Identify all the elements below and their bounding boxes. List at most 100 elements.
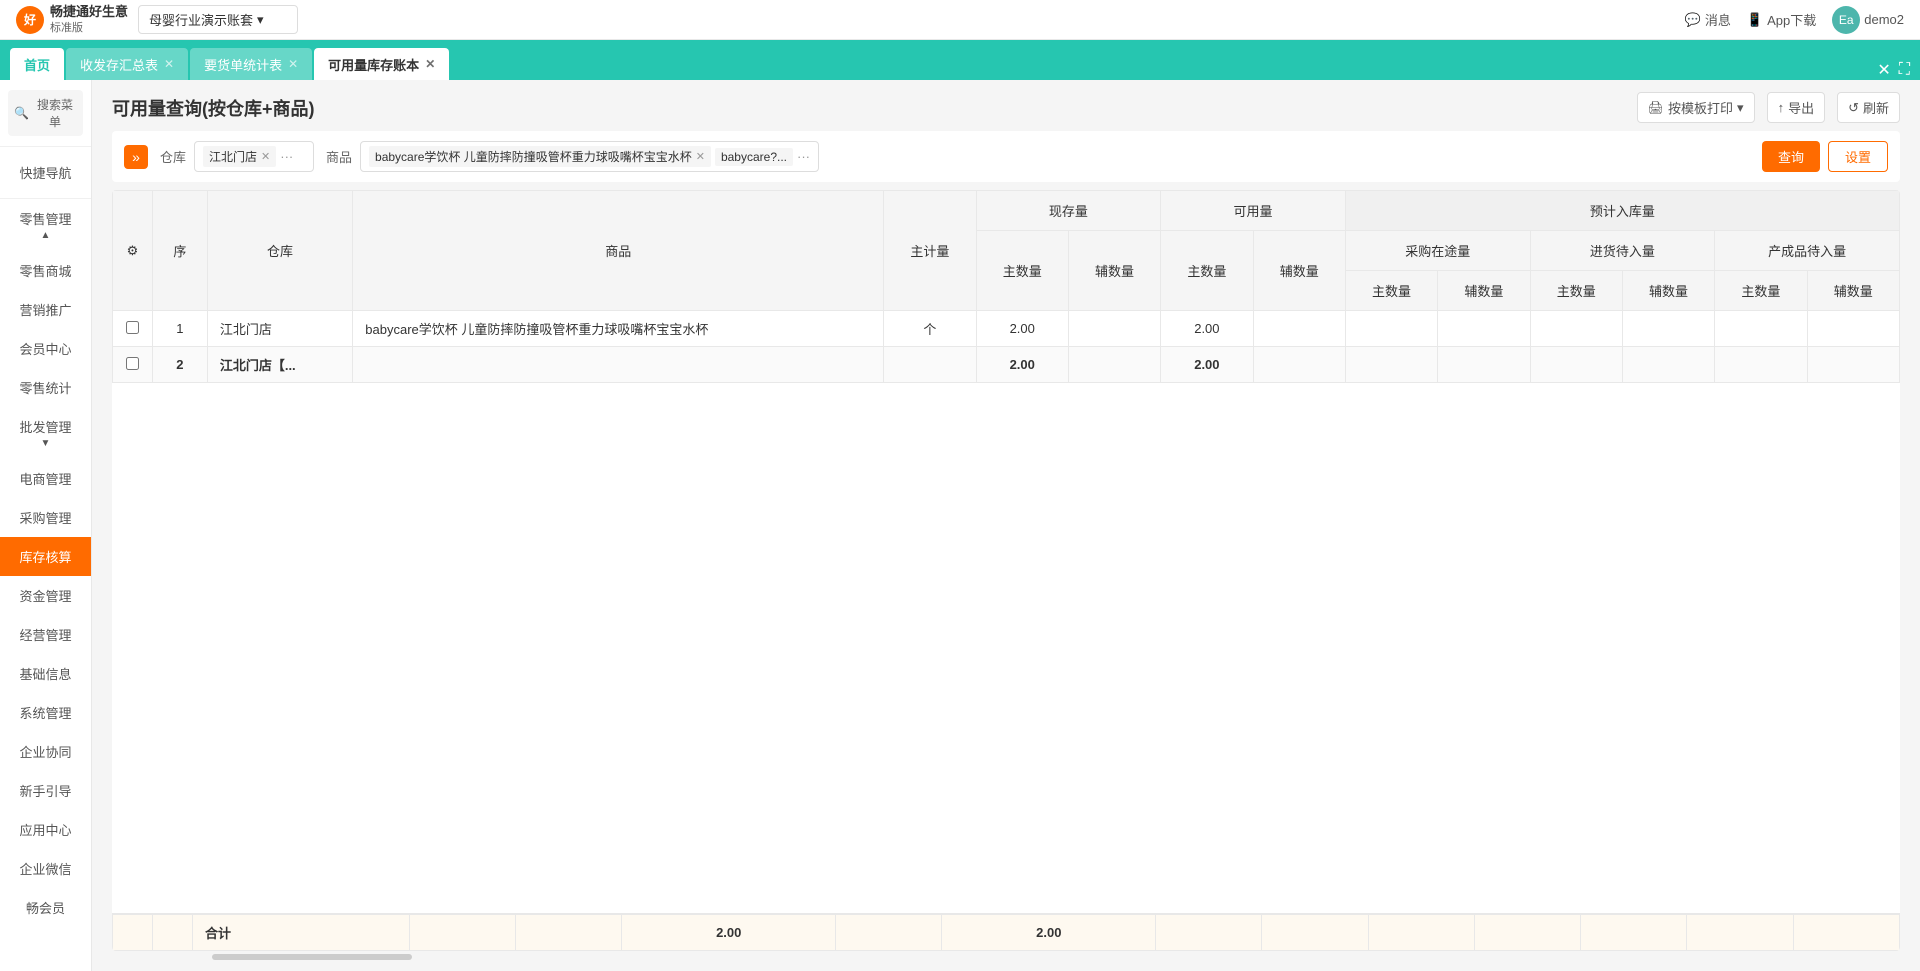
footer-avail-aux bbox=[1156, 914, 1262, 951]
td-warehouse-2: 江北门店【... bbox=[207, 347, 352, 383]
td-warehouse-1: 江北门店 bbox=[207, 311, 352, 347]
row2-checkbox[interactable] bbox=[126, 357, 139, 370]
warehouse-tag-value: 江北门店 bbox=[209, 148, 257, 165]
print-btn[interactable]: 🖨 按模板打印 ▾ bbox=[1637, 92, 1755, 123]
product-filter-tag1: babycare学饮杯 儿童防摔防撞吸管杯重力球吸嘴杯宝宝水杯 ✕ bbox=[369, 146, 711, 167]
footer-td-empty1 bbox=[113, 914, 153, 951]
sidebar-item-apps[interactable]: 应用中心 bbox=[0, 810, 91, 849]
th-stock-group: 现存量 bbox=[976, 191, 1161, 231]
sidebar-item-finance[interactable]: 资金管理 bbox=[0, 576, 91, 615]
download-label: App下载 bbox=[1767, 10, 1816, 29]
sidebar-item-retail-stats[interactable]: 零售统计 bbox=[0, 368, 91, 407]
avatar: Ea bbox=[1832, 6, 1860, 34]
sidebar-item-member[interactable]: 会员中心 bbox=[0, 329, 91, 368]
search-menu-btn[interactable]: 🔍 搜索菜单 bbox=[8, 90, 83, 136]
refresh-btn[interactable]: ↺ 刷新 bbox=[1837, 92, 1900, 123]
top-bar: 好 畅捷通好生意 标准版 母婴行业演示账套 ▾ 💬 消息 📱 App下载 Ea … bbox=[0, 0, 1920, 40]
product-filter-input[interactable]: babycare学饮杯 儿童防摔防撞吸管杯重力球吸嘴杯宝宝水杯 ✕ babyca… bbox=[360, 141, 819, 172]
th-finished-sub: 产成品待入量 bbox=[1715, 231, 1900, 271]
main-table: ⚙ 序 仓库 商品 主计量 现存量 可用量 预计入库量 主数量 辅数量 主数量 … bbox=[112, 190, 1900, 383]
warehouse-more-icon[interactable]: ··· bbox=[280, 149, 293, 164]
dropdown-icon: ▾ bbox=[257, 12, 264, 28]
wholesale-mgmt-label: 批发管理 bbox=[19, 417, 71, 436]
th-forecast-group: 预计入库量 bbox=[1345, 191, 1899, 231]
th-no: 序 bbox=[153, 191, 208, 311]
close-all-icon[interactable]: ✕ bbox=[1877, 60, 1890, 80]
sidebar-item-retail-mall[interactable]: 零售商城 bbox=[0, 251, 91, 290]
sidebar-item-inventory[interactable]: 库存核算 bbox=[0, 537, 91, 576]
weixin-label: 企业微信 bbox=[19, 859, 71, 878]
company-selector[interactable]: 母婴行业演示账套 ▾ bbox=[138, 5, 298, 34]
td-p-main-2 bbox=[1345, 347, 1437, 383]
td-checkbox-2[interactable] bbox=[113, 347, 153, 383]
row1-checkbox[interactable] bbox=[126, 321, 139, 334]
footer-row: 合计 2.00 2.00 bbox=[113, 914, 1900, 951]
footer-f-main bbox=[1687, 914, 1793, 951]
td-product-1: babycare学饮杯 儿童防摔防撞吸管杯重力球吸嘴杯宝宝水杯 bbox=[353, 311, 884, 347]
warehouse-filter-input[interactable]: 江北门店 ✕ ··· bbox=[194, 141, 314, 172]
sidebar-item-quick-nav[interactable]: 快捷导航 bbox=[0, 155, 91, 190]
expand-icon[interactable]: ⛶ bbox=[1899, 61, 1910, 79]
sidebar-item-newbie[interactable]: 新手引导 bbox=[0, 771, 91, 810]
logo-text-group: 畅捷通好生意 标准版 bbox=[50, 4, 128, 36]
username: demo2 bbox=[1864, 12, 1904, 27]
export-btn[interactable]: ↑ 导出 bbox=[1767, 92, 1826, 123]
sidebar-item-system[interactable]: 系统管理 bbox=[0, 693, 91, 732]
retail-mgmt-arrow: ▲ bbox=[41, 230, 51, 241]
product-filter-group: 商品 babycare学饮杯 儿童防摔防撞吸管杯重力球吸嘴杯宝宝水杯 ✕ bab… bbox=[326, 141, 819, 172]
th-finished-main: 主数量 bbox=[1715, 271, 1807, 311]
main-layout: 🔍 搜索菜单 快捷导航 零售管理 ▲ 零售商城 营销推广 会员中心 零售统计 批… bbox=[0, 80, 1920, 971]
print-icon: 🖨 bbox=[1648, 100, 1665, 116]
sidebar-item-enterprise[interactable]: 企业协同 bbox=[0, 732, 91, 771]
download-btn[interactable]: 📱 App下载 bbox=[1747, 10, 1816, 29]
th-purchase-main: 主数量 bbox=[1345, 271, 1437, 311]
warehouse-tag-remove[interactable]: ✕ bbox=[261, 150, 270, 163]
product-filter-label: 商品 bbox=[326, 147, 352, 166]
filter-actions: 查询 设置 bbox=[1762, 141, 1888, 172]
sidebar-search: 🔍 搜索菜单 bbox=[0, 80, 91, 147]
warehouse-filter-label: 仓库 bbox=[160, 147, 186, 166]
tab-home[interactable]: 首页 bbox=[10, 48, 64, 80]
page-header: 可用量查询(按仓库+商品) 🖨 按模板打印 ▾ ↑ 导出 ↺ 刷新 bbox=[92, 80, 1920, 131]
td-i-aux-2 bbox=[1622, 347, 1714, 383]
th-available-group: 可用量 bbox=[1161, 191, 1346, 231]
refresh-icon: ↺ bbox=[1848, 100, 1859, 116]
settings-button[interactable]: 设置 bbox=[1828, 141, 1888, 172]
product-tag1-remove[interactable]: ✕ bbox=[696, 150, 705, 163]
logo-text: 畅捷通好生意 bbox=[50, 4, 128, 20]
query-button[interactable]: 查询 bbox=[1762, 141, 1820, 172]
expand-filter-btn[interactable]: » bbox=[124, 145, 148, 169]
message-btn[interactable]: 💬 消息 bbox=[1685, 10, 1731, 29]
sidebar-item-marketing[interactable]: 营销推广 bbox=[0, 290, 91, 329]
tab-stock[interactable]: 可用量库存账本 ✕ bbox=[314, 48, 449, 80]
apps-label: 应用中心 bbox=[19, 820, 71, 839]
sidebar-item-purchase[interactable]: 采购管理 bbox=[0, 498, 91, 537]
sidebar-item-retail-mgmt[interactable]: 零售管理 ▲ bbox=[0, 199, 91, 251]
company-name: 母婴行业演示账套 bbox=[149, 10, 253, 29]
sidebar-item-wholesale-mgmt[interactable]: 批发管理 ▼ bbox=[0, 407, 91, 459]
sidebar-item-weixin[interactable]: 企业微信 bbox=[0, 849, 91, 888]
tab-bar-actions: ✕ ⛶ bbox=[1877, 60, 1910, 80]
tab-order[interactable]: 要货单统计表 ✕ bbox=[190, 48, 312, 80]
horizontal-scrollbar[interactable] bbox=[112, 951, 1900, 963]
sidebar-item-member2[interactable]: 畅会员 bbox=[0, 888, 91, 927]
td-product-2 bbox=[353, 347, 884, 383]
product-more-icon[interactable]: ··· bbox=[797, 149, 810, 164]
footer-avail-main: 2.00 bbox=[942, 914, 1156, 951]
sidebar-item-ecommerce[interactable]: 电商管理 bbox=[0, 459, 91, 498]
order-tab-close[interactable]: ✕ bbox=[288, 57, 298, 71]
user-area[interactable]: Ea demo2 bbox=[1832, 6, 1904, 34]
tab-inout[interactable]: 收发存汇总表 ✕ bbox=[66, 48, 188, 80]
newbie-label: 新手引导 bbox=[19, 781, 71, 800]
inout-tab-close[interactable]: ✕ bbox=[164, 57, 174, 71]
warehouse-filter-group: 仓库 江北门店 ✕ ··· bbox=[160, 141, 314, 172]
footer-i-aux bbox=[1581, 914, 1687, 951]
td-checkbox-1[interactable] bbox=[113, 311, 153, 347]
th-stock-main: 主数量 bbox=[976, 231, 1068, 311]
th-settings[interactable]: ⚙ bbox=[113, 191, 153, 311]
scroll-thumb[interactable] bbox=[212, 954, 412, 960]
td-stock-main-2: 2.00 bbox=[976, 347, 1068, 383]
sidebar-item-basics[interactable]: 基础信息 bbox=[0, 654, 91, 693]
sidebar-item-operations[interactable]: 经营管理 bbox=[0, 615, 91, 654]
stock-tab-close[interactable]: ✕ bbox=[425, 57, 435, 71]
